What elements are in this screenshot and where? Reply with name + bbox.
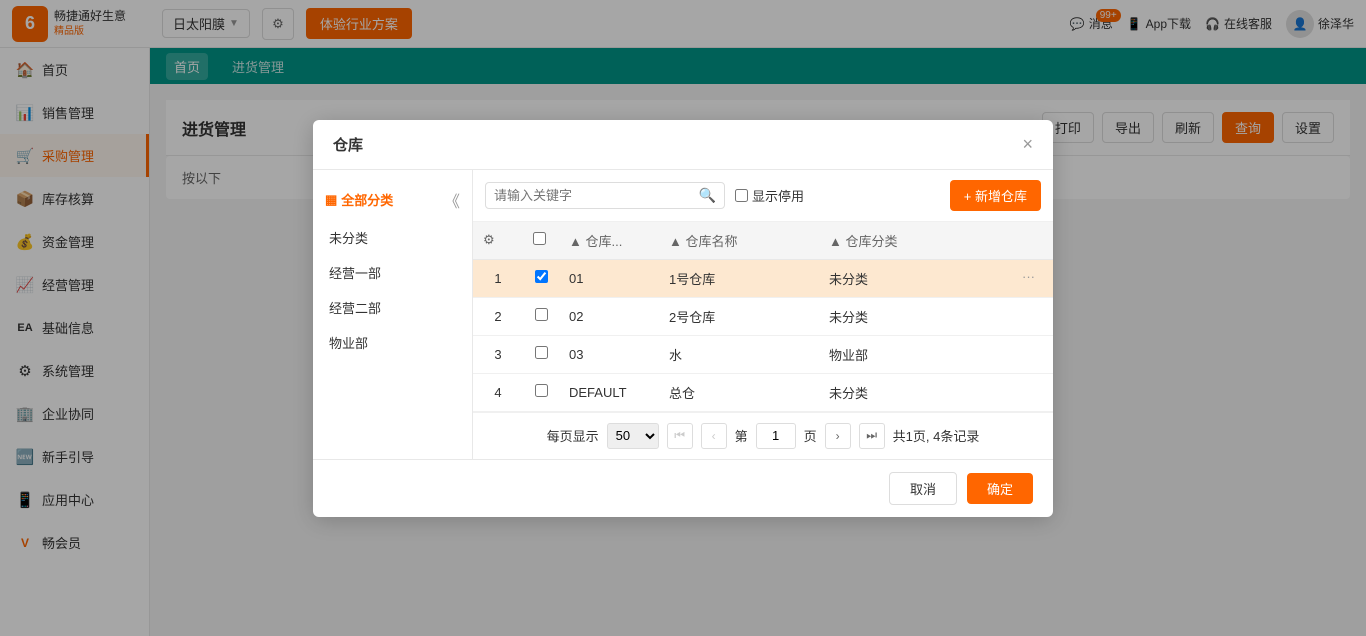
page-size-select[interactable]: 50 10 20 100 bbox=[607, 423, 659, 449]
row-checkbox-cell bbox=[523, 373, 559, 411]
row-code: 01 bbox=[559, 259, 659, 297]
row-name: 水 bbox=[659, 335, 819, 373]
cat-item-unclassified[interactable]: 未分类 bbox=[313, 220, 472, 255]
row-code: 03 bbox=[559, 335, 659, 373]
modal-header: 仓库 × bbox=[313, 120, 1053, 170]
category-all-header[interactable]: ▦ 全部分类 《 bbox=[313, 180, 472, 220]
prev-page-button[interactable]: ‹ bbox=[701, 423, 727, 449]
table-head: ⚙ ▲ 仓库... ▲ 仓库名称 bbox=[473, 222, 1053, 260]
table-area: 🔍 显示停用 + 新增仓库 ⚙ bbox=[473, 170, 1053, 459]
collapse-icon[interactable]: 《 bbox=[444, 188, 460, 212]
row-checkbox-cell bbox=[523, 335, 559, 373]
row-category: 未分类 bbox=[819, 297, 1053, 335]
page-number-input[interactable] bbox=[756, 423, 796, 449]
table-row[interactable]: 2 02 2号仓库 未分类 bbox=[473, 297, 1053, 335]
table-scroll-area: ⚙ ▲ 仓库... ▲ 仓库名称 bbox=[473, 222, 1053, 412]
cancel-button[interactable]: 取消 bbox=[889, 472, 957, 505]
row-index: 4 bbox=[473, 373, 523, 411]
category-all-label: ▦ 全部分类 bbox=[325, 190, 393, 209]
row-category: 物业部 bbox=[819, 335, 1053, 373]
search-icon[interactable]: 🔍 bbox=[699, 187, 716, 204]
page-unit: 页 bbox=[804, 426, 817, 445]
row-name: 2号仓库 bbox=[659, 297, 819, 335]
table-toolbar: 🔍 显示停用 + 新增仓库 bbox=[473, 170, 1053, 222]
row-name: 总仓 bbox=[659, 373, 819, 411]
category-sidebar: ▦ 全部分类 《 未分类 经营一部 经营二部 物业部 bbox=[313, 170, 473, 459]
row-checkbox[interactable] bbox=[535, 308, 548, 321]
show-disabled-checkbox[interactable] bbox=[735, 189, 748, 202]
col-header-name: ▲ 仓库名称 bbox=[659, 222, 819, 260]
row-more-button[interactable]: ··· bbox=[1022, 269, 1035, 284]
modal-footer: 取消 确定 bbox=[313, 459, 1053, 517]
page-size-label: 每页显示 bbox=[547, 426, 599, 445]
table-header-row: ⚙ ▲ 仓库... ▲ 仓库名称 bbox=[473, 222, 1053, 260]
cat-item-property[interactable]: 物业部 bbox=[313, 325, 472, 360]
select-all-checkbox[interactable] bbox=[533, 232, 546, 245]
col-header-code: ▲ 仓库... bbox=[559, 222, 659, 260]
row-checkbox[interactable] bbox=[535, 384, 548, 397]
table-row[interactable]: 4 DEFAULT 总仓 未分类 bbox=[473, 373, 1053, 411]
first-page-button[interactable]: ⏮ bbox=[667, 423, 693, 449]
table-row[interactable]: 3 03 水 物业部 bbox=[473, 335, 1053, 373]
modal-close-button[interactable]: × bbox=[1022, 134, 1033, 155]
table-row[interactable]: 1 01 1号仓库 未分类 ··· bbox=[473, 259, 1053, 297]
row-checkbox[interactable] bbox=[535, 346, 548, 359]
add-warehouse-button[interactable]: + 新增仓库 bbox=[950, 180, 1041, 211]
row-category: 未分类 ··· bbox=[819, 259, 1053, 297]
row-checkbox-cell bbox=[523, 297, 559, 335]
cat-item-ops1[interactable]: 经营一部 bbox=[313, 255, 472, 290]
pagination: 每页显示 50 10 20 100 ⏮ ‹ 第 页 › ⏭ 共1页, 4条记录 bbox=[473, 412, 1053, 459]
col-header-category: ▲ 仓库分类 bbox=[819, 222, 1053, 260]
row-name: 1号仓库 bbox=[659, 259, 819, 297]
grid-icon: ▦ bbox=[325, 192, 337, 208]
row-checkbox-cell bbox=[523, 259, 559, 297]
col-header-settings: ⚙ bbox=[473, 222, 523, 260]
row-checkbox[interactable] bbox=[535, 270, 548, 283]
modal-overlay[interactable]: 仓库 × ▦ 全部分类 《 未分类 经营一部 经营二部 物业部 bbox=[0, 0, 1366, 636]
cat-item-ops2[interactable]: 经营二部 bbox=[313, 290, 472, 325]
confirm-button[interactable]: 确定 bbox=[967, 473, 1033, 504]
next-page-button[interactable]: › bbox=[825, 423, 851, 449]
row-category: 未分类 bbox=[819, 373, 1053, 411]
row-index: 2 bbox=[473, 297, 523, 335]
show-disabled-toggle: 显示停用 bbox=[735, 186, 804, 205]
modal-title: 仓库 bbox=[333, 134, 363, 155]
search-box: 🔍 bbox=[485, 182, 725, 209]
warehouse-modal: 仓库 × ▦ 全部分类 《 未分类 经营一部 经营二部 物业部 bbox=[313, 120, 1053, 517]
row-index: 1 bbox=[473, 259, 523, 297]
total-info: 共1页, 4条记录 bbox=[893, 426, 980, 445]
last-page-button[interactable]: ⏭ bbox=[859, 423, 885, 449]
modal-body: ▦ 全部分类 《 未分类 经营一部 经营二部 物业部 🔍 bbox=[313, 170, 1053, 459]
row-code: DEFAULT bbox=[559, 373, 659, 411]
table-body: 1 01 1号仓库 未分类 ··· 2 02 2号仓库 未分类 3 bbox=[473, 259, 1053, 411]
warehouse-table: ⚙ ▲ 仓库... ▲ 仓库名称 bbox=[473, 222, 1053, 412]
col-header-check bbox=[523, 222, 559, 260]
row-code: 02 bbox=[559, 297, 659, 335]
show-disabled-label: 显示停用 bbox=[752, 186, 804, 205]
row-index: 3 bbox=[473, 335, 523, 373]
page-label: 第 bbox=[735, 426, 748, 445]
search-input[interactable] bbox=[494, 188, 699, 203]
